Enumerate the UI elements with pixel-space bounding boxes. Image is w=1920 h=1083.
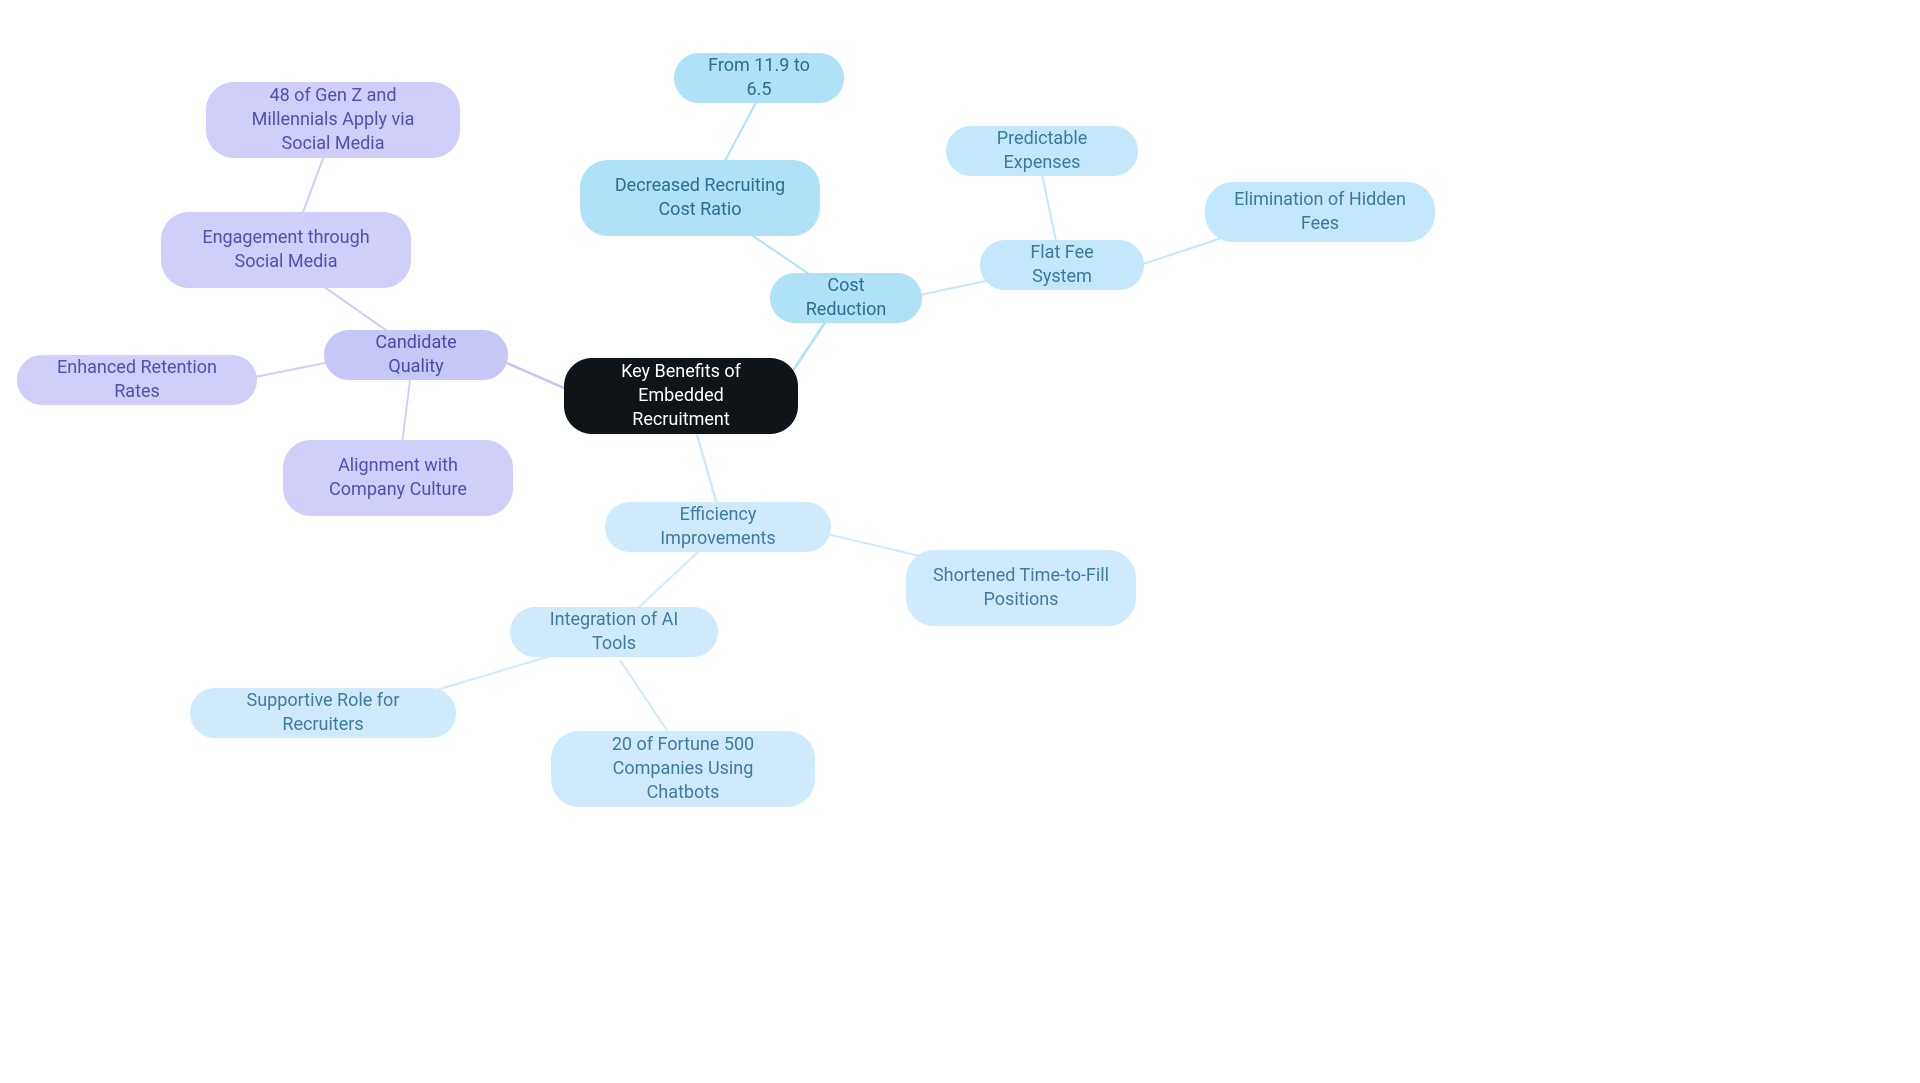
cost-reduction-label: Cost Reduction bbox=[794, 274, 898, 323]
decreased-ratio-label: Decreased Recruiting Cost Ratio bbox=[604, 174, 796, 223]
cost-reduction-node[interactable]: Cost Reduction bbox=[770, 273, 922, 323]
hidden-fees-label: Elimination of Hidden Fees bbox=[1229, 188, 1411, 237]
chatbots-node[interactable]: 20 of Fortune 500 Companies Using Chatbo… bbox=[551, 731, 815, 807]
ai-tools-label: Integration of AI Tools bbox=[534, 608, 694, 657]
culture-node[interactable]: Alignment with Company Culture bbox=[283, 440, 513, 516]
from-ratio-label: From 11.9 to 6.5 bbox=[698, 54, 820, 103]
time-to-fill-label: Shortened Time-to-Fill Positions bbox=[930, 564, 1112, 613]
flat-fee-label: Flat Fee System bbox=[1004, 241, 1120, 290]
efficiency-label: Efficiency Improvements bbox=[629, 503, 807, 552]
retention-label: Enhanced Retention Rates bbox=[41, 356, 233, 405]
retention-node[interactable]: Enhanced Retention Rates bbox=[17, 355, 257, 405]
predictable-node[interactable]: Predictable Expenses bbox=[946, 126, 1138, 176]
culture-label: Alignment with Company Culture bbox=[307, 454, 489, 503]
supportive-node[interactable]: Supportive Role for Recruiters bbox=[190, 688, 456, 738]
social-media-node[interactable]: Engagement through Social Media bbox=[161, 212, 411, 288]
chatbots-label: 20 of Fortune 500 Companies Using Chatbo… bbox=[575, 733, 791, 806]
supportive-label: Supportive Role for Recruiters bbox=[214, 689, 432, 738]
time-to-fill-node[interactable]: Shortened Time-to-Fill Positions bbox=[906, 550, 1136, 626]
root-label: Key Benefits of Embedded Recruitment bbox=[588, 360, 774, 433]
genz-label: 48 of Gen Z and Millennials Apply via So… bbox=[230, 84, 436, 157]
candidate-quality-node[interactable]: Candidate Quality bbox=[324, 330, 508, 380]
candidate-quality-label: Candidate Quality bbox=[348, 331, 484, 380]
root-node[interactable]: Key Benefits of Embedded Recruitment bbox=[564, 358, 798, 434]
social-media-label: Engagement through Social Media bbox=[185, 226, 387, 275]
flat-fee-node[interactable]: Flat Fee System bbox=[980, 240, 1144, 290]
decreased-ratio-node[interactable]: Decreased Recruiting Cost Ratio bbox=[580, 160, 820, 236]
efficiency-node[interactable]: Efficiency Improvements bbox=[605, 502, 831, 552]
ai-tools-node[interactable]: Integration of AI Tools bbox=[510, 607, 718, 657]
hidden-fees-node[interactable]: Elimination of Hidden Fees bbox=[1205, 182, 1435, 242]
predictable-label: Predictable Expenses bbox=[970, 127, 1114, 176]
genz-node[interactable]: 48 of Gen Z and Millennials Apply via So… bbox=[206, 82, 460, 158]
from-ratio-node[interactable]: From 11.9 to 6.5 bbox=[674, 53, 844, 103]
